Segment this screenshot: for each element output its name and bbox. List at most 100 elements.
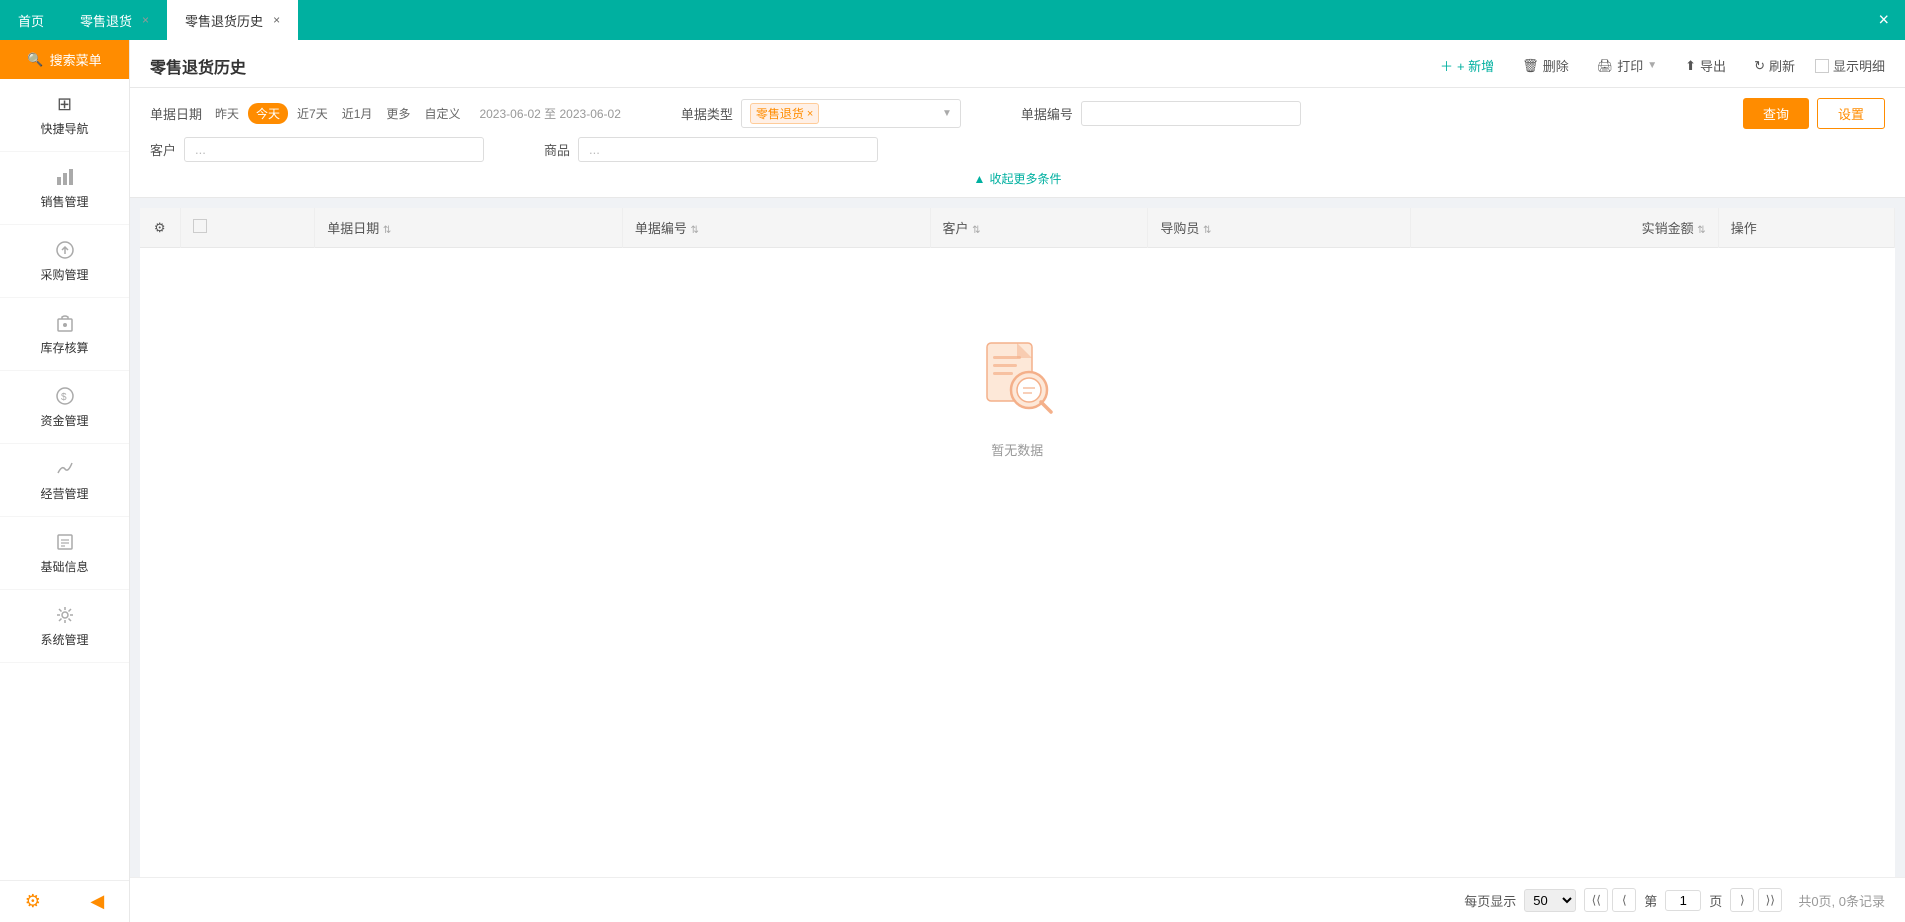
sidebar-search-label: 搜索菜单 [50, 50, 102, 69]
toolbar: ＋ + 新增 🗑 删除 🖨 打印 ▼ ⬆ 导出 [1432, 52, 1885, 79]
print-icon: 🖨 [1597, 58, 1614, 74]
goods-input[interactable]: ... [578, 137, 878, 162]
select-all-checkbox[interactable] [193, 219, 207, 233]
tab-retail-return[interactable]: 零售退货 × [62, 0, 167, 40]
refresh-button[interactable]: ↻ 刷新 [1746, 52, 1803, 79]
goods-label: 商品 [544, 140, 570, 159]
sidebar: 🔍 搜索菜单 ⊞ 快捷导航 销售管理 采购管理 库存核算 [0, 40, 130, 922]
sidebar-item-system-mgmt[interactable]: 系统管理 [0, 590, 129, 663]
tab-retail-return-history-close[interactable]: × [273, 13, 280, 27]
tab-home[interactable]: 首页 [0, 0, 62, 40]
collapse-sidebar-icon[interactable]: ◀ [90, 891, 104, 912]
next-page-button[interactable]: ⟩ [1730, 888, 1754, 912]
per-page-select[interactable]: 50 10 20 100 [1524, 889, 1576, 912]
date-opt-yesterday[interactable]: 昨天 [210, 103, 244, 124]
date-sort-icon: ⇅ [383, 225, 391, 236]
collapse-icon: ▲ [974, 172, 986, 186]
sidebar-item-label: 采购管理 [40, 266, 88, 283]
table-header-settings[interactable]: ⚙ [140, 208, 180, 248]
display-toggle[interactable]: 显示明细 [1815, 56, 1885, 75]
voucher-type-select[interactable]: 零售退货 × ▼ [741, 99, 961, 128]
date-opt-more[interactable]: 更多 [381, 103, 415, 124]
sidebar-item-operations[interactable]: 经营管理 [0, 444, 129, 517]
voucher-no-input[interactable] [1081, 101, 1301, 126]
sidebar-item-label: 系统管理 [40, 631, 88, 648]
table-header-checkbox[interactable] [180, 208, 315, 248]
prev-page-button[interactable]: ⟨ [1612, 888, 1636, 912]
print-label: 打印 [1617, 56, 1643, 75]
table-header-amount[interactable]: 实销金额 ⇅ [1411, 208, 1719, 248]
filter-area: 单据日期 昨天 今天 近7天 近1月 更多 自定义 2023-06-02 至 2… [130, 88, 1905, 198]
goods-placeholder: ... [589, 142, 600, 157]
filter-row-2: 客户 ... 商品 ... [150, 137, 1885, 162]
filter-voucher-type: 单据类型 零售退货 × ▼ [681, 99, 961, 128]
filter-customer: 客户 ... [150, 137, 484, 162]
table-header-amount-label: 实销金额 [1642, 221, 1694, 236]
operations-icon [54, 458, 76, 480]
page-header: 零售退货历史 ＋ + 新增 🗑 删除 🖨 打印 ▼ [130, 40, 1905, 88]
voucher-no-label: 单据编号 [1021, 104, 1073, 123]
tag-remove-icon[interactable]: × [807, 108, 813, 120]
search-icon: 🔍 [27, 52, 43, 68]
sidebar-item-purchase-mgmt[interactable]: 采购管理 [0, 225, 129, 298]
topbar-tabs: 首页 零售退货 × 零售退货历史 × [0, 0, 1905, 40]
tab-retail-return-history[interactable]: 零售退货历史 × [167, 0, 298, 40]
table-header-operation-label: 操作 [1731, 221, 1757, 236]
select-dropdown-icon: ▼ [942, 108, 952, 119]
quick-nav-icon: ⊞ [54, 93, 76, 115]
window-close-button[interactable]: × [1878, 10, 1889, 31]
settings-button[interactable]: 设置 [1817, 98, 1885, 129]
sidebar-search[interactable]: 🔍 搜索菜单 [0, 40, 129, 79]
guide-sort-icon: ⇅ [1203, 225, 1211, 236]
page-number-input[interactable] [1665, 890, 1701, 911]
print-dropdown-icon: ▼ [1647, 60, 1657, 71]
date-opt-7days[interactable]: 近7天 [292, 103, 333, 124]
content-area: 零售退货历史 ＋ + 新增 🗑 删除 🖨 打印 ▼ [130, 40, 1905, 922]
new-button[interactable]: ＋ + 新增 [1432, 52, 1502, 79]
date-opt-custom[interactable]: 自定义 [419, 103, 465, 124]
delete-button[interactable]: 🗑 删除 [1514, 52, 1577, 79]
delete-icon: 🗑 [1522, 58, 1539, 74]
settings-bottom-icon[interactable]: ⚙ [25, 891, 41, 912]
voucher-type-tag: 零售退货 × [750, 103, 819, 124]
sidebar-item-base-info[interactable]: 基础信息 [0, 517, 129, 590]
voucher-type-label: 单据类型 [681, 104, 733, 123]
new-icon: ＋ [1440, 56, 1453, 75]
last-page-button[interactable]: ⟩⟩ [1758, 888, 1782, 912]
table-header-customer-label: 客户 [943, 221, 969, 236]
date-range-display: 2023-06-02 至 2023-06-02 [479, 105, 620, 122]
svg-text:$: $ [61, 392, 67, 403]
first-page-button[interactable]: ⟨⟨ [1584, 888, 1608, 912]
table-settings-icon[interactable]: ⚙ [154, 220, 166, 235]
sales-mgmt-icon [54, 166, 76, 188]
collapse-button[interactable]: ▲ 收起更多条件 [974, 170, 1062, 187]
display-checkbox[interactable] [1815, 59, 1829, 73]
sidebar-item-label: 资金管理 [40, 412, 88, 429]
sidebar-item-label: 基础信息 [40, 558, 88, 575]
table-header-guide[interactable]: 导购员 ⇅ [1148, 208, 1411, 248]
delete-label: 删除 [1543, 56, 1569, 75]
voucher-no-sort-icon: ⇅ [691, 225, 699, 236]
page-header-top: 零售退货历史 ＋ + 新增 🗑 删除 🖨 打印 ▼ [150, 52, 1885, 79]
tab-home-label: 首页 [18, 11, 44, 30]
date-opt-today[interactable]: 今天 [248, 103, 288, 124]
query-button[interactable]: 查询 [1743, 98, 1809, 129]
table-header-date[interactable]: 单据日期 ⇅ [315, 208, 623, 248]
date-opt-1month[interactable]: 近1月 [337, 103, 378, 124]
customer-input[interactable]: ... [184, 137, 484, 162]
sidebar-item-quick-nav[interactable]: ⊞ 快捷导航 [0, 79, 129, 152]
export-button[interactable]: ⬆ 导出 [1677, 52, 1734, 79]
print-button[interactable]: 🖨 打印 ▼ [1589, 52, 1665, 79]
table-header-date-label: 单据日期 [327, 221, 379, 236]
sidebar-item-sales-mgmt[interactable]: 销售管理 [0, 152, 129, 225]
sidebar-item-finance[interactable]: $ 资金管理 [0, 371, 129, 444]
table-header-voucher-no[interactable]: 单据编号 ⇅ [622, 208, 930, 248]
sidebar-item-inventory[interactable]: 库存核算 [0, 298, 129, 371]
table-header-customer[interactable]: 客户 ⇅ [930, 208, 1148, 248]
base-info-icon [54, 531, 76, 553]
table-header-guide-label: 导购员 [1160, 221, 1199, 236]
tab-retail-return-close[interactable]: × [142, 13, 149, 27]
customer-sort-icon: ⇅ [972, 225, 980, 236]
filter-row-1: 单据日期 昨天 今天 近7天 近1月 更多 自定义 2023-06-02 至 2… [150, 98, 1885, 129]
data-table: ⚙ 单据日期 ⇅ 单据编号 ⇅ [140, 208, 1895, 539]
